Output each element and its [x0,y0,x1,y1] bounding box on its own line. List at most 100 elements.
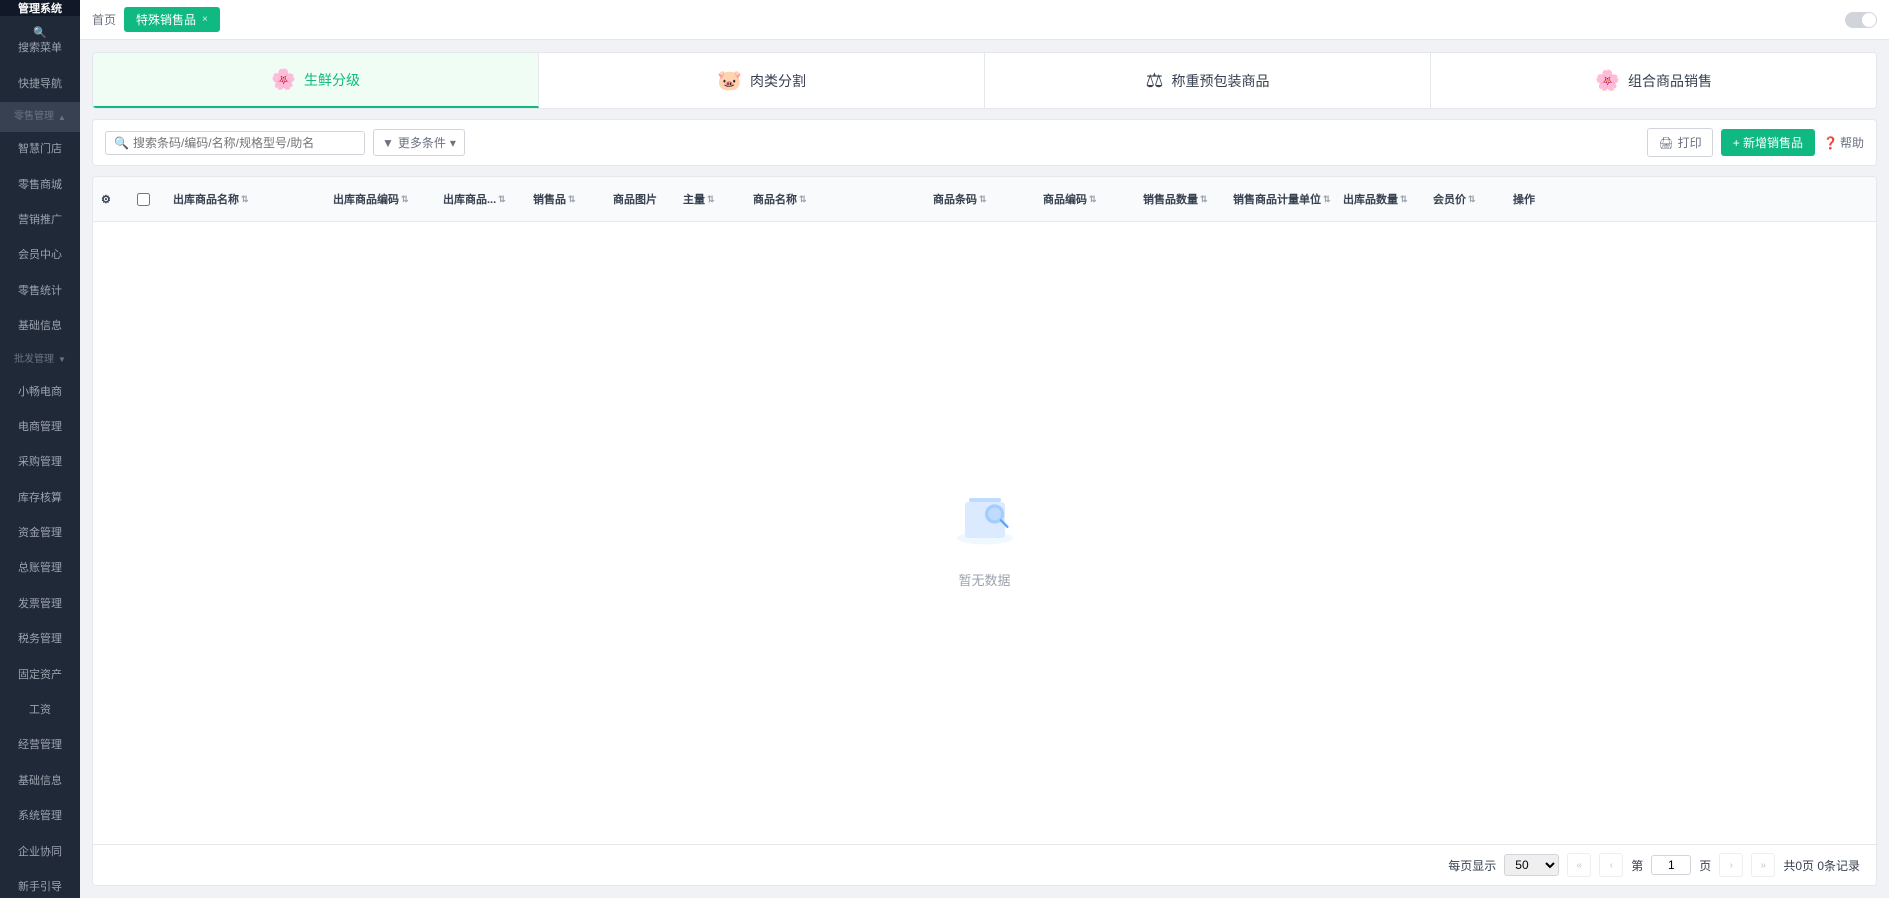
sidebar-item-quick-nav[interactable]: 快捷导航 [0,67,80,102]
th-img[interactable]: 商品图片 [605,185,675,213]
tab-meat-cut[interactable]: 🐷 肉类分割 [539,53,985,108]
tab-cards-row: 🌸 生鲜分级 🐷 肉类分割 ⚖ 称重预包装商品 🌸 组合商品销售 [92,52,1877,109]
sidebar-item-retail-mall[interactable]: 零售商城 [0,168,80,203]
filter-button[interactable]: ▼ 更多条件 ▾ [373,129,465,156]
sidebar-item-ecommerce[interactable]: 电商管理 [0,410,80,445]
sort-icon-qty: ⇅ [1200,194,1208,205]
empty-state: 暂无数据 [93,222,1876,844]
sidebar-logo: 管理系统 [0,0,80,16]
filter-arrow-icon: ▾ [450,136,456,150]
th-member-price[interactable]: 会员价 ⇅ [1425,185,1505,213]
tab-weigh-package[interactable]: ⚖ 称重预包装商品 [985,53,1431,108]
sidebar-item-mini-store[interactable]: 小畅电商 [0,375,80,410]
sidebar-item-salary[interactable]: 工资 [0,693,80,728]
topbar: 首页 特殊销售品 × [80,0,1889,40]
sidebar-item-member-center[interactable]: 会员中心 [0,238,80,273]
page-label-after: 页 [1699,857,1711,874]
next-page-button[interactable]: › [1719,853,1743,877]
select-all-checkbox[interactable] [137,193,150,206]
close-tab-icon[interactable]: × [202,14,208,25]
th-weight[interactable]: 主量 ⇅ [675,185,745,213]
per-page-label: 每页显示 [1448,857,1496,874]
active-tab[interactable]: 特殊销售品 × [124,7,220,32]
sort-icon-barcode: ⇅ [979,194,987,205]
sidebar-item-new-guide[interactable]: 新手引导 [0,870,80,898]
th-action: 操作 [1505,185,1565,213]
th-out-code2[interactable]: 出库商品... ⇅ [435,185,525,213]
th-sales-qty[interactable]: 销售品数量 ⇅ [1135,185,1225,213]
sidebar-item-search[interactable]: 🔍 搜索菜单 [0,16,80,67]
add-sales-item-label: + 新增销售品 [1733,134,1803,151]
sort-icon-weight: ⇅ [707,194,715,205]
sidebar-item-retail-mgmt[interactable]: 零售管理 ▲ [0,102,80,132]
sort-icon-pcode: ⇅ [1089,194,1097,205]
last-page-icon: » [1761,860,1767,871]
tab-combo-sales[interactable]: 🌸 组合商品销售 [1431,53,1876,108]
tab-weigh-package-label: 称重预包装商品 [1171,71,1269,91]
prev-page-icon: ‹ [1610,860,1613,871]
th-out-name[interactable]: 出库商品名称 ⇅ [165,185,325,213]
page-number-input[interactable] [1651,855,1691,875]
sidebar-item-sys-mgmt[interactable]: 系统管理 [0,799,80,834]
th-product-name[interactable]: 商品名称 ⇅ [745,185,925,213]
sidebar-item-wholesale-mgmt[interactable]: 批发管理 ▼ [0,345,80,375]
theme-toggle[interactable] [1845,12,1877,28]
sidebar-item-purchase[interactable]: 采购管理 [0,445,80,480]
chevron-down-icon-wholesale: ▼ [58,354,66,365]
th-checkbox[interactable] [129,187,165,212]
meat-cut-icon: 🐷 [717,68,742,93]
sort-icon-outqty: ⇅ [1400,194,1408,205]
combo-sales-icon: 🌸 [1595,68,1620,93]
sidebar-item-tax[interactable]: 税务管理 [0,622,80,657]
th-barcode[interactable]: 商品条码 ⇅ [925,185,1035,213]
sidebar-item-retail-stats[interactable]: 零售统计 [0,274,80,309]
empty-state-icon [945,478,1025,558]
print-icon: 🖨 [1658,136,1673,150]
sidebar-item-inventory[interactable]: 库存核算 [0,481,80,516]
sidebar-item-basic-info[interactable]: 基础信息 [0,309,80,344]
last-page-button[interactable]: » [1751,853,1775,877]
home-breadcrumb[interactable]: 首页 [92,11,116,28]
tab-fresh-grade-label: 生鲜分级 [304,70,360,90]
th-out-code1[interactable]: 出库商品编码 ⇅ [325,185,435,213]
sidebar-item-finance[interactable]: 资金管理 [0,516,80,551]
main-content: 首页 特殊销售品 × 🌸 生鲜分级 🐷 肉类分割 ⚖ 称重预包装商品 [80,0,1889,898]
empty-state-text: 暂无数据 [958,570,1010,589]
th-unit[interactable]: 销售商品计量单位 ⇅ [1225,185,1335,213]
add-sales-item-button[interactable]: + 新增销售品 [1721,129,1815,156]
fresh-grade-icon: 🌸 [271,67,296,92]
search-box[interactable]: 🔍 [105,131,365,155]
topbar-right [1845,12,1877,28]
th-sales-item[interactable]: 销售品 ⇅ [525,185,605,213]
sort-icon-sales: ⇅ [568,194,576,205]
sidebar-item-smart-store[interactable]: 智慧门店 [0,132,80,167]
weigh-package-icon: ⚖ [1146,68,1164,93]
content-area: 🌸 生鲜分级 🐷 肉类分割 ⚖ 称重预包装商品 🌸 组合商品销售 🔍 [80,40,1889,898]
sidebar-item-marketing[interactable]: 营销推广 [0,203,80,238]
search-input[interactable] [133,136,356,150]
th-product-code[interactable]: 商品编码 ⇅ [1035,185,1135,213]
search-icon: 🔍 [114,136,129,150]
sidebar-item-basic-info2[interactable]: 基础信息 [0,764,80,799]
table-header: ⚙ 出库商品名称 ⇅ 出库商品编码 ⇅ 出库商品... ⇅ [93,177,1876,222]
prev-page-button[interactable]: ‹ [1599,853,1623,877]
sort-icon-pname: ⇅ [799,194,807,205]
table-scroll-area[interactable]: ⚙ 出库商品名称 ⇅ 出库商品编码 ⇅ 出库商品... ⇅ [93,177,1876,222]
sidebar-item-operation-mgmt[interactable]: 经营管理 [0,728,80,763]
th-settings[interactable]: ⚙ [93,187,129,212]
tab-fresh-grade[interactable]: 🌸 生鲜分级 [93,53,539,108]
first-page-icon: « [1577,860,1583,871]
sort-icon-price: ⇅ [1468,194,1476,205]
sidebar: 管理系统 🔍 搜索菜单 快捷导航 零售管理 ▲ 智慧门店 零售商城 营销推广 会… [0,0,80,898]
per-page-select[interactable]: 50 10 20 100 [1504,854,1559,876]
print-button[interactable]: 🖨 打印 [1647,128,1712,157]
sidebar-item-enterprise-coop[interactable]: 企业协同 [0,835,80,870]
first-page-button[interactable]: « [1567,853,1591,877]
help-button[interactable]: ❓ 帮助 [1823,134,1864,151]
sidebar-item-fixed-assets[interactable]: 固定资产 [0,658,80,693]
th-out-qty[interactable]: 出库品数量 ⇅ [1335,185,1425,213]
page-label-before: 第 [1631,857,1643,874]
sidebar-item-general-ledger[interactable]: 总账管理 [0,551,80,586]
sidebar-item-invoice[interactable]: 发票管理 [0,587,80,622]
print-label: 打印 [1678,134,1702,151]
